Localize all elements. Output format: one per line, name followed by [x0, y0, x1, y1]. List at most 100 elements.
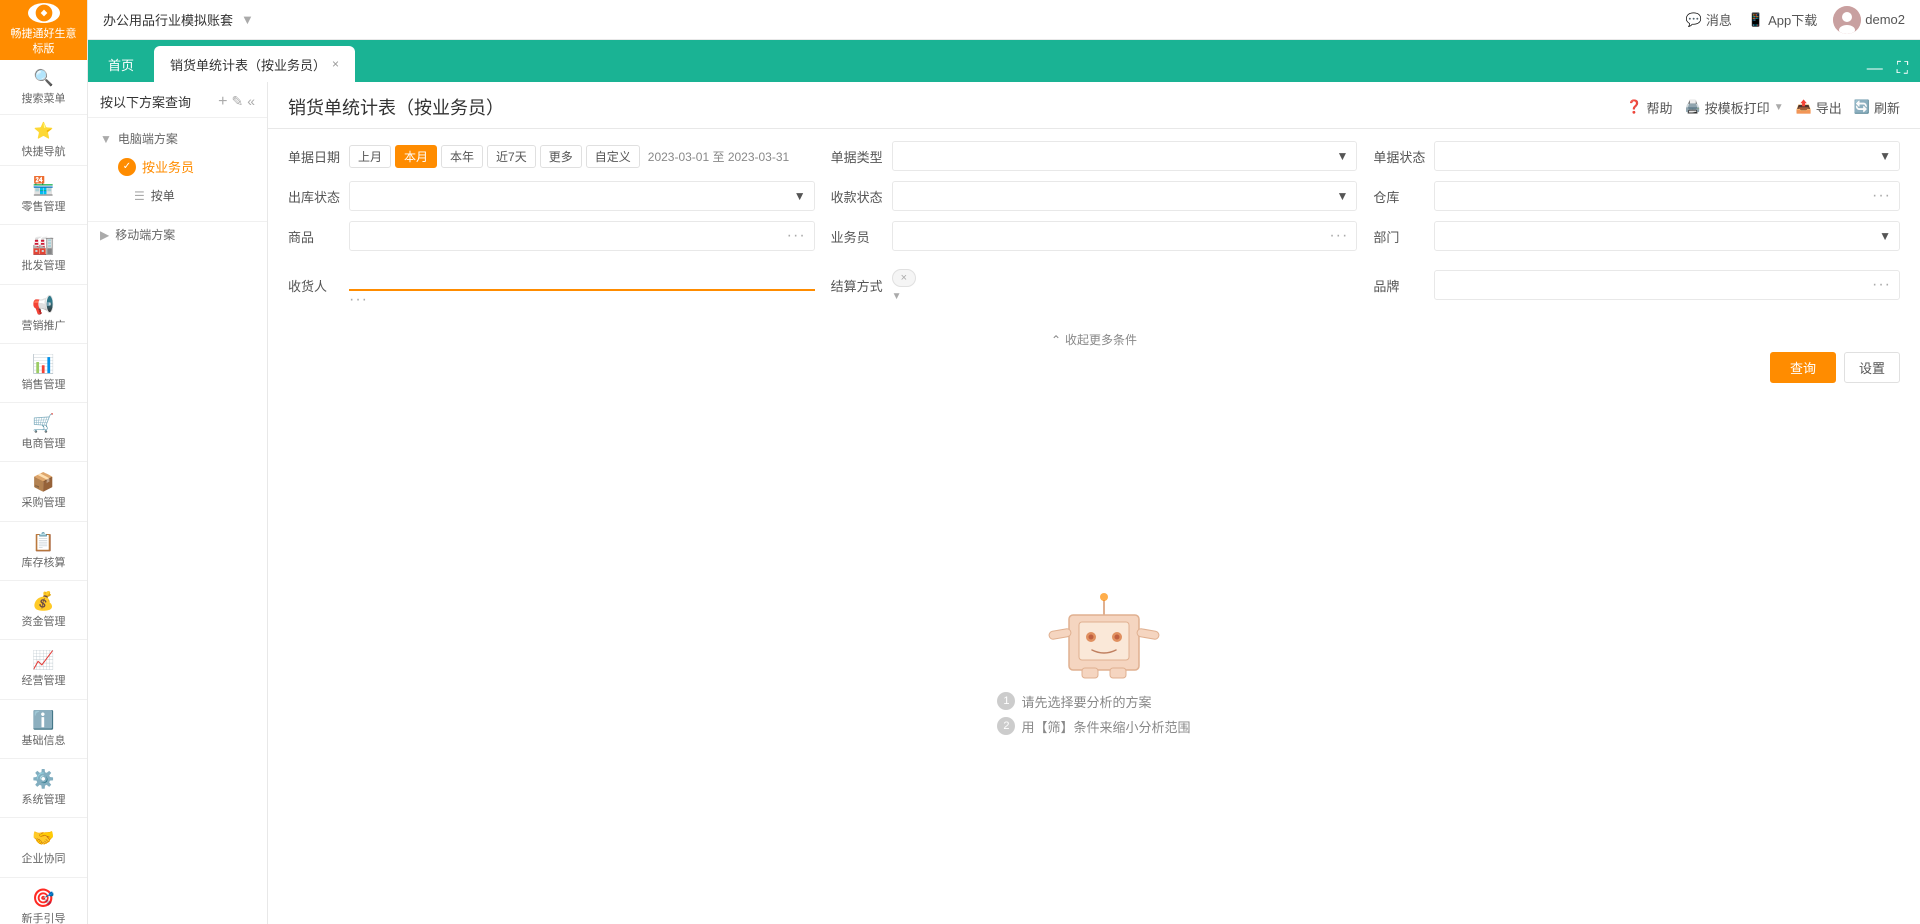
doc-status-control: ▼	[1434, 141, 1900, 171]
pc-scheme-header[interactable]: ▼ 电脑端方案	[88, 126, 267, 151]
app-logo: 畅捷通好生意 标版	[0, 0, 88, 60]
settings-btn[interactable]: 设置	[1844, 352, 1900, 383]
brand-dots: ···	[1872, 276, 1891, 294]
pay-status-filter: 收款状态 ▼	[831, 181, 1358, 211]
scheme-panel-actions: + ✎ «	[218, 93, 255, 111]
goods-select[interactable]: ···	[349, 221, 815, 251]
date-custom-btn[interactable]: 自定义	[586, 145, 640, 168]
salesperson-label: 业务员	[831, 227, 886, 246]
date-this-year-btn[interactable]: 本年	[441, 145, 483, 168]
warehouse-label: 仓库	[1373, 187, 1428, 206]
tab-home[interactable]: 首页	[92, 46, 150, 82]
collapse-icon: ⌃	[1051, 333, 1061, 347]
doc-status-arrow: ▼	[1879, 149, 1891, 163]
doc-status-select[interactable]: ▼	[1434, 141, 1900, 171]
consignee-input[interactable]	[349, 261, 815, 291]
doc-type-select[interactable]: ▼	[892, 141, 1358, 171]
sidebar-item-guide[interactable]: 🎯 新手引导	[0, 878, 87, 924]
tab-active[interactable]: 销货单统计表（按业务员） ×	[154, 46, 355, 82]
consignee-control: ···	[349, 261, 815, 309]
brand-control: ···	[1434, 270, 1900, 300]
sidebar-item-wholesale[interactable]: 🏭 批发管理	[0, 225, 87, 284]
scheme-edit-btn[interactable]: ✎	[231, 93, 243, 111]
sidebar-item-basic[interactable]: ℹ️ 基础信息	[0, 700, 87, 759]
search-icon: 🔍	[34, 68, 54, 88]
sidebar: 畅捷通好生意 标版 🔍 搜索菜单 ⭐ 快捷导航 🏪 零售管理 🏭 批发管理 📢 …	[0, 0, 88, 924]
settle-chip[interactable]: ×	[892, 269, 916, 287]
scheme-item-salesperson[interactable]: ✓ 按业务员	[88, 151, 267, 182]
sidebar-item-operation[interactable]: 📈 经营管理	[0, 640, 87, 699]
sidebar-item-collab[interactable]: 🤝 企业协同	[0, 818, 87, 877]
settle-control: × ▼	[892, 269, 1358, 302]
pc-expand-icon: ▼	[100, 132, 112, 146]
scheme-collapse-btn[interactable]: «	[247, 93, 255, 111]
settle-chips: ×	[892, 269, 1358, 287]
date-buttons: 上月 本月 本年 近7天 更多 自定义 2023-03-01 至 2023-03…	[349, 145, 815, 168]
warehouse-filter: 仓库 ···	[1373, 181, 1900, 211]
sidebar-item-marketing[interactable]: 📢 营销推广	[0, 285, 87, 344]
salesperson-select[interactable]: ···	[892, 221, 1358, 251]
consignee-dots[interactable]: ···	[349, 291, 368, 308]
sidebar-item-sales[interactable]: 📊 销售管理	[0, 344, 87, 403]
nav-icon: ⭐	[34, 121, 54, 141]
pc-scheme-label: 电脑端方案	[118, 130, 178, 147]
scheme-panel-title: 按以下方案查询	[100, 92, 191, 111]
active-tab-label: 销货单统计表（按业务员）	[170, 55, 326, 74]
mobile-scheme-section[interactable]: ▶ 移动端方案	[88, 221, 267, 247]
app-download-btn[interactable]: 📱 App下载	[1748, 10, 1817, 29]
refresh-btn[interactable]: 🔄 刷新	[1854, 98, 1900, 117]
home-label: 首页	[108, 55, 134, 74]
salesperson-dots: ···	[1329, 227, 1348, 245]
brand-select[interactable]: ···	[1434, 270, 1900, 300]
department-select[interactable]: ▼	[1434, 221, 1900, 251]
date-last-month-btn[interactable]: 上月	[349, 145, 391, 168]
sidebar-item-finance[interactable]: 💰 资金管理	[0, 581, 87, 640]
stock-status-select[interactable]: ▼	[349, 181, 815, 211]
date-filter: 单据日期 上月 本月 本年 近7天 更多 自定义 2023-03-01 至 20…	[288, 141, 815, 171]
settle-arrow[interactable]: ▼	[892, 291, 902, 302]
system-icon: ⚙️	[32, 769, 54, 790]
topbar-left: 办公用品行业模拟账套 ▼	[103, 10, 254, 29]
scheme-panel-header: 按以下方案查询 + ✎ «	[88, 82, 267, 118]
sidebar-item-inventory[interactable]: 📋 库存核算	[0, 522, 87, 581]
settle-label: 结算方式	[831, 276, 886, 295]
sidebar-item-system[interactable]: ⚙️ 系统管理	[0, 759, 87, 818]
message-btn[interactable]: 💬 消息	[1686, 10, 1732, 29]
sidebar-item-retail[interactable]: 🏪 零售管理	[0, 166, 87, 225]
wholesale-label: 批发管理	[22, 259, 66, 273]
user-menu[interactable]: demo2	[1833, 6, 1905, 34]
date-this-month-btn[interactable]: 本月	[395, 145, 437, 168]
collab-icon: 🤝	[32, 828, 54, 849]
inventory-icon: 📋	[32, 532, 54, 553]
pay-status-select[interactable]: ▼	[892, 181, 1358, 211]
chip-close-btn[interactable]: ×	[901, 272, 907, 284]
export-btn[interactable]: 📤 导出	[1796, 98, 1842, 117]
print-btn[interactable]: 🖨️ 按模板打印 ▼	[1684, 98, 1783, 117]
tab-close-icon[interactable]: ×	[332, 57, 339, 71]
quick-nav[interactable]: ⭐ 快捷导航	[0, 115, 87, 166]
warehouse-dots: ···	[1872, 187, 1891, 205]
dropdown-arrow[interactable]: ▼	[241, 12, 254, 27]
department-label: 部门	[1373, 227, 1428, 246]
query-btn[interactable]: 查询	[1770, 352, 1836, 383]
system-label: 系统管理	[22, 793, 66, 807]
scheme-add-btn[interactable]: +	[218, 93, 227, 111]
app-name: 畅捷通好生意 标版	[11, 27, 77, 58]
date-more-btn[interactable]: 更多	[540, 145, 582, 168]
search-menu[interactable]: 🔍 搜索菜单	[0, 60, 87, 115]
collapse-btn[interactable]: ⌃ 收起更多条件	[1039, 327, 1149, 352]
tab-max-icon[interactable]: ⛶	[1893, 56, 1912, 82]
scheme-sub-item-order[interactable]: ☰ 按单	[88, 182, 267, 209]
date-last7-btn[interactable]: 近7天	[487, 145, 536, 168]
help-btn[interactable]: ❓ 帮助	[1626, 98, 1672, 117]
page-header-actions: ❓ 帮助 🖨️ 按模板打印 ▼ 📤 导出 🔄 刷新	[1626, 98, 1900, 117]
sidebar-item-purchase[interactable]: 📦 采购管理	[0, 462, 87, 521]
warehouse-select[interactable]: ···	[1434, 181, 1900, 211]
refresh-label: 刷新	[1874, 98, 1900, 117]
tab-min-icon[interactable]: —	[1863, 56, 1887, 82]
message-icon: 💬	[1686, 12, 1702, 28]
main-content: 办公用品行业模拟账套 ▼ 💬 消息 📱 App下载 demo2 首页	[88, 0, 1920, 924]
pc-scheme-section: ▼ 电脑端方案 ✓ 按业务员 ☰ 按单	[88, 118, 267, 217]
brand-label: 品牌	[1373, 276, 1428, 295]
sidebar-item-ecommerce[interactable]: 🛒 电商管理	[0, 403, 87, 462]
